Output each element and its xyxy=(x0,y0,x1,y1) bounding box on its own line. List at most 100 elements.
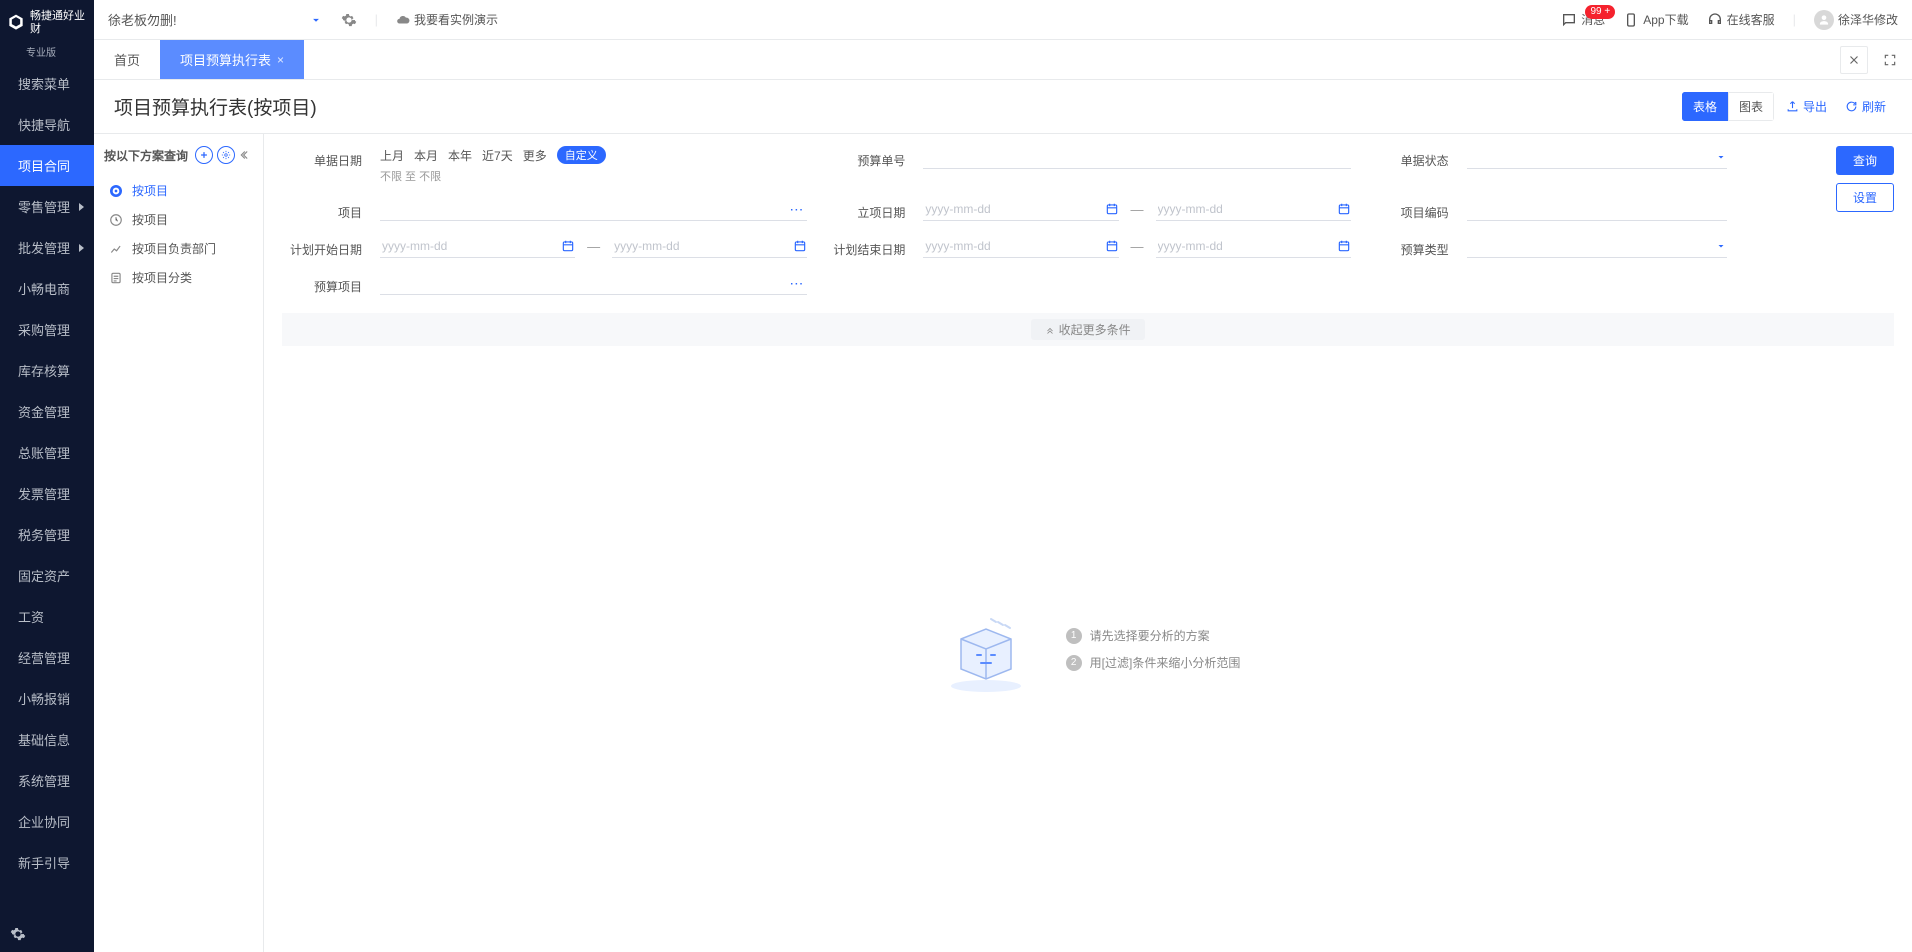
sidebar-item-8[interactable]: 资金管理 xyxy=(0,391,94,432)
fullscreen-icon xyxy=(1883,53,1897,67)
chevron-left-icon xyxy=(239,148,253,162)
close-icon xyxy=(1847,53,1861,67)
sidebar: 畅捷通好业财 专业版 搜索菜单快捷导航项目合同零售管理批发管理小畅电商采购管理库… xyxy=(0,0,94,952)
quick-last7[interactable]: 近7天 xyxy=(482,147,513,164)
sidebar-item-9[interactable]: 总账管理 xyxy=(0,432,94,473)
view-chart-button[interactable]: 图表 xyxy=(1728,92,1774,121)
setup-date-label: 立项日期 xyxy=(825,198,905,221)
budget-no-input[interactable] xyxy=(923,146,1350,169)
scheme-item-0[interactable]: 按项目 xyxy=(104,176,253,205)
project-picker-button[interactable]: ⋯ xyxy=(785,201,807,218)
headset-icon xyxy=(1707,12,1723,28)
sidebar-settings[interactable] xyxy=(0,916,94,952)
plan-end-label: 计划结束日期 xyxy=(825,235,905,258)
chevron-down-icon[interactable] xyxy=(1715,240,1727,252)
sidebar-item-4[interactable]: 批发管理 xyxy=(0,227,94,268)
account-name: 徐老板勿删! xyxy=(108,10,177,29)
sidebar-item-17[interactable]: 系统管理 xyxy=(0,760,94,801)
logo-icon xyxy=(6,13,26,33)
scheme-panel: 按以下方案查询 按项目按项目按项目负责部门按项目分类 xyxy=(94,134,264,952)
plan-start-from[interactable] xyxy=(380,235,555,257)
sidebar-item-12[interactable]: 固定资产 xyxy=(0,555,94,596)
collapse-filters-button[interactable]: 收起更多条件 xyxy=(282,313,1894,346)
chevron-down-icon[interactable] xyxy=(1715,151,1727,163)
budget-no-label: 预算单号 xyxy=(825,146,905,169)
calendar-icon[interactable] xyxy=(793,239,807,253)
view-table-button[interactable]: 表格 xyxy=(1682,92,1728,121)
tab-0[interactable]: 首页 xyxy=(94,40,160,79)
quick-more[interactable]: 更多 xyxy=(523,147,547,164)
plan-end-from[interactable] xyxy=(923,235,1098,257)
app-download[interactable]: App下载 xyxy=(1623,11,1688,28)
calendar-icon[interactable] xyxy=(1337,239,1351,253)
sidebar-item-16[interactable]: 基础信息 xyxy=(0,719,94,760)
budget-type-label: 预算类型 xyxy=(1369,235,1449,258)
calendar-icon[interactable] xyxy=(1337,202,1351,216)
scheme-item-2[interactable]: 按项目负责部门 xyxy=(104,234,253,263)
setup-date-from[interactable] xyxy=(923,198,1098,220)
refresh-button[interactable]: 刷新 xyxy=(1839,98,1892,115)
support[interactable]: 在线客服 xyxy=(1707,11,1775,28)
budget-item-input[interactable] xyxy=(380,272,779,294)
chevron-up-icon xyxy=(1045,326,1055,336)
sidebar-item-7[interactable]: 库存核算 xyxy=(0,350,94,391)
quick-custom[interactable]: 自定义 xyxy=(557,146,606,164)
sidebar-item-2[interactable]: 项目合同 xyxy=(0,145,94,186)
topbar: 徐老板勿删! | 我要看实例演示 消息 99 + App下载 xyxy=(94,0,1912,40)
setup-date-to[interactable] xyxy=(1156,198,1331,220)
budget-item-label: 预算项目 xyxy=(282,272,362,295)
query-button[interactable]: 查询 xyxy=(1836,146,1894,175)
user-menu[interactable]: 徐泽华修改 xyxy=(1814,10,1898,30)
sidebar-item-13[interactable]: 工资 xyxy=(0,596,94,637)
account-selector[interactable]: 徐老板勿删! xyxy=(108,10,323,29)
scheme-item-1[interactable]: 按项目 xyxy=(104,205,253,234)
quick-this-year[interactable]: 本年 xyxy=(448,147,472,164)
scheme-settings-button[interactable] xyxy=(217,146,235,164)
messages[interactable]: 消息 99 + xyxy=(1561,11,1605,28)
calendar-icon[interactable] xyxy=(561,239,575,253)
plan-start-to[interactable] xyxy=(612,235,787,257)
project-code-input[interactable] xyxy=(1467,198,1727,221)
sidebar-item-6[interactable]: 采购管理 xyxy=(0,309,94,350)
quick-this-month[interactable]: 本月 xyxy=(414,147,438,164)
sidebar-menu: 搜索菜单快捷导航项目合同零售管理批发管理小畅电商采购管理库存核算资金管理总账管理… xyxy=(0,63,94,916)
sidebar-item-5[interactable]: 小畅电商 xyxy=(0,268,94,309)
bill-status-select[interactable] xyxy=(1467,146,1709,168)
fullscreen-button[interactable] xyxy=(1876,46,1904,74)
sidebar-item-14[interactable]: 经营管理 xyxy=(0,637,94,678)
sidebar-item-3[interactable]: 零售管理 xyxy=(0,186,94,227)
scheme-item-3[interactable]: 按项目分类 xyxy=(104,263,253,292)
plan-end-to[interactable] xyxy=(1156,235,1331,257)
sidebar-item-19[interactable]: 新手引导 xyxy=(0,842,94,883)
sidebar-item-1[interactable]: 快捷导航 xyxy=(0,104,94,145)
logo-edition: 专业版 xyxy=(0,44,94,59)
calendar-icon[interactable] xyxy=(1105,202,1119,216)
sidebar-item-10[interactable]: 发票管理 xyxy=(0,473,94,514)
view-toggle: 表格 图表 xyxy=(1682,92,1774,121)
settings-button[interactable]: 设置 xyxy=(1836,183,1894,212)
budget-type-select[interactable] xyxy=(1467,235,1709,257)
export-icon xyxy=(1786,100,1799,113)
sidebar-item-18[interactable]: 企业协同 xyxy=(0,801,94,842)
phone-icon xyxy=(1623,12,1639,28)
sidebar-item-0[interactable]: 搜索菜单 xyxy=(0,63,94,104)
calendar-icon[interactable] xyxy=(1105,239,1119,253)
message-icon xyxy=(1561,12,1577,28)
add-scheme-button[interactable] xyxy=(195,146,213,164)
project-input[interactable] xyxy=(380,198,779,220)
budget-item-picker-button[interactable]: ⋯ xyxy=(785,275,807,292)
export-button[interactable]: 导出 xyxy=(1780,98,1833,115)
gear-icon xyxy=(10,926,26,942)
main-area: 徐老板勿删! | 我要看实例演示 消息 99 + App下载 xyxy=(94,0,1912,952)
close-all-tabs-button[interactable] xyxy=(1840,46,1868,74)
empty-state: 1 请先选择要分析的方案 2 用[过滤]条件来缩小分析范围 xyxy=(264,346,1912,952)
sidebar-item-15[interactable]: 小畅报销 xyxy=(0,678,94,719)
tab-1[interactable]: 项目预算执行表× xyxy=(160,40,304,79)
tab-close-icon[interactable]: × xyxy=(277,53,284,67)
account-settings-icon[interactable] xyxy=(341,12,357,28)
sidebar-item-11[interactable]: 税务管理 xyxy=(0,514,94,555)
quick-last-month[interactable]: 上月 xyxy=(380,147,404,164)
chevron-down-icon xyxy=(309,13,323,27)
collapse-scheme-button[interactable] xyxy=(239,148,253,162)
demo-link[interactable]: 我要看实例演示 xyxy=(396,11,498,28)
